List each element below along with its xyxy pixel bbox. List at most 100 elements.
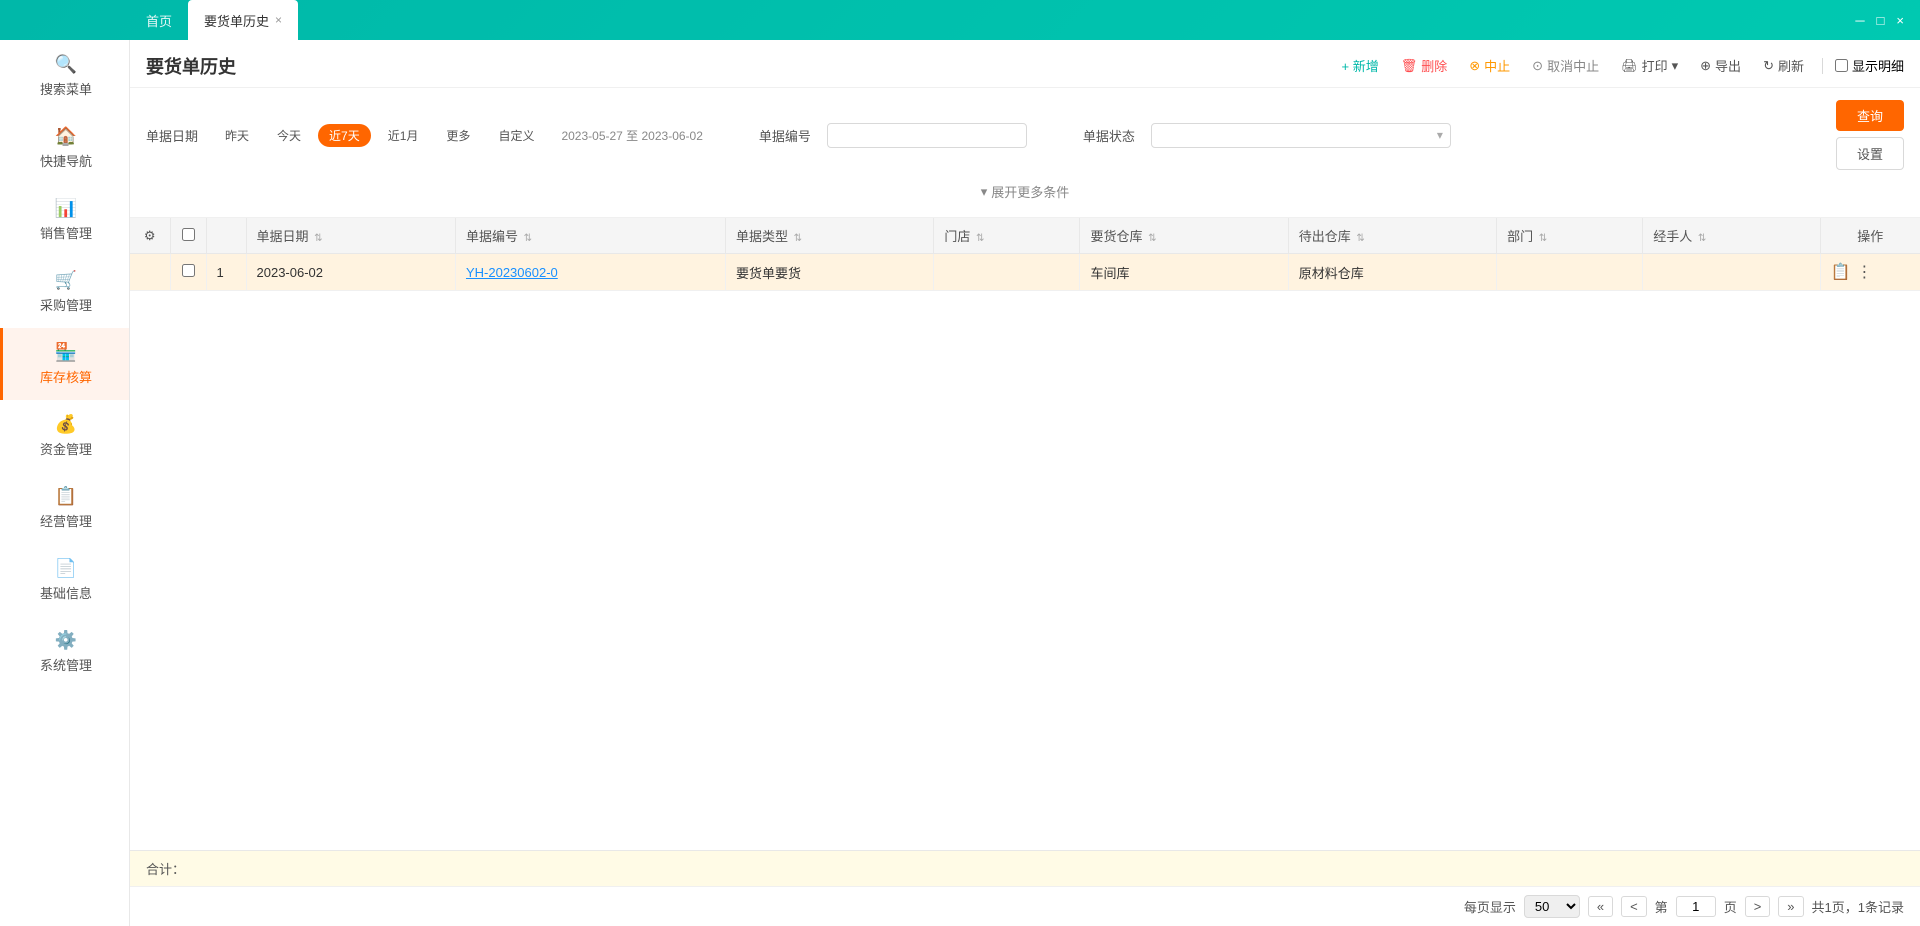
window-maximize-btn[interactable]: □ — [1877, 13, 1885, 28]
page-title: 要货单历史 — [146, 53, 236, 79]
filter-tag-more[interactable]: 更多 — [435, 124, 481, 147]
row-seq-cell: 1 — [206, 254, 246, 291]
table-wrapper: ⚙ 单据日期 ⇅ 单据编号 ⇅ — [130, 218, 1920, 850]
table-header-row: ⚙ 单据日期 ⇅ 单据编号 ⇅ — [130, 218, 1920, 254]
chevron-down-icon: ▾ — [981, 184, 988, 200]
export-button[interactable]: ⊕ 导出 — [1694, 52, 1747, 79]
sort-icon-doc-type: ⇅ — [794, 233, 802, 244]
col-handler[interactable]: 经手人 ⇅ — [1643, 218, 1820, 254]
sidebar-item-purchase[interactable]: 🛒 采购管理 — [0, 256, 129, 328]
stop-button[interactable]: ⊗ 中止 — [1463, 52, 1516, 79]
expand-more-btn[interactable]: ▾ 展开更多条件 — [146, 178, 1904, 205]
doc-status-dropdown-icon: ▾ — [1437, 128, 1443, 142]
row-check-cell[interactable] — [170, 254, 206, 291]
refresh-icon: ↻ — [1763, 58, 1774, 74]
row-edit-btn[interactable]: 📋 — [1831, 262, 1851, 282]
sidebar-item-system[interactable]: ⚙️ 系统管理 — [0, 616, 129, 688]
print-dropdown-icon: ▾ — [1672, 58, 1679, 74]
filter-actions: 查询 设置 — [1836, 100, 1904, 170]
filter-tag-today[interactable]: 今天 — [266, 124, 312, 147]
home-icon: 🏠 — [55, 126, 77, 147]
refresh-button[interactable]: ↻ 刷新 — [1757, 52, 1810, 79]
page-number-input[interactable] — [1676, 896, 1716, 917]
prev-page-btn[interactable]: < — [1621, 896, 1647, 917]
filter-tag-yesterday[interactable]: 昨天 — [214, 124, 260, 147]
search-icon: 🔍 — [55, 54, 77, 75]
first-page-btn[interactable]: « — [1588, 896, 1613, 917]
col-doc-date[interactable]: 单据日期 ⇅ — [246, 218, 455, 254]
row-doc-type-cell: 要货单要货 — [726, 254, 934, 291]
print-button[interactable]: 🖨 打印 ▾ — [1615, 52, 1684, 79]
settings-button[interactable]: 设置 — [1836, 137, 1904, 170]
tab-close-icon[interactable]: × — [275, 13, 282, 27]
sort-icon-doc-no: ⇅ — [524, 233, 532, 244]
query-button[interactable]: 查询 — [1836, 100, 1904, 131]
data-table: ⚙ 单据日期 ⇅ 单据编号 ⇅ — [130, 218, 1920, 291]
top-bar-right: ─ □ × — [1855, 13, 1920, 28]
col-req-warehouse[interactable]: 要货仓库 ⇅ — [1080, 218, 1288, 254]
next-page-btn[interactable]: > — [1745, 896, 1771, 917]
content-area: 要货单历史 + 新增 🗑 删除 ⊗ 中止 ⊙ 取消中止 🖨 — [130, 40, 1920, 926]
filter-tag-7days[interactable]: 近7天 — [318, 124, 371, 147]
sidebar-item-finance[interactable]: 💰 资金管理 — [0, 400, 129, 472]
delete-button[interactable]: 🗑 删除 — [1395, 52, 1454, 79]
col-store[interactable]: 门店 ⇅ — [934, 218, 1080, 254]
filter-tag-custom[interactable]: 自定义 — [487, 124, 545, 147]
select-all-checkbox[interactable] — [182, 228, 195, 241]
doc-no-input[interactable] — [827, 123, 1027, 148]
col-operation: 操作 — [1820, 218, 1920, 254]
show-detail-toggle[interactable]: 显示明细 — [1835, 56, 1904, 75]
row-more-btn[interactable]: ⋮ — [1856, 262, 1872, 282]
pagination-bar: 每页显示 10 20 50 100 « < 第 页 > » 共1页，1条记录 — [130, 886, 1920, 926]
row-doc-date-cell: 2023-06-02 — [246, 254, 455, 291]
col-department[interactable]: 部门 ⇅ — [1497, 218, 1643, 254]
page-size-select[interactable]: 10 20 50 100 — [1524, 895, 1580, 918]
sort-icon-req-warehouse: ⇅ — [1148, 233, 1156, 244]
print-icon: 🖨 — [1621, 58, 1638, 74]
doc-status-input[interactable] — [1151, 123, 1451, 148]
toolbar-divider — [1822, 58, 1823, 74]
cancel-stop-button[interactable]: ⊙ 取消中止 — [1526, 52, 1605, 79]
sidebar-item-operations[interactable]: 📋 经营管理 — [0, 472, 129, 544]
window-minimize-btn[interactable]: ─ — [1855, 13, 1864, 28]
col-doc-no[interactable]: 单据编号 ⇅ — [455, 218, 725, 254]
table-footer: 合计： — [130, 850, 1920, 886]
sidebar-item-basic-info[interactable]: 📄 基础信息 — [0, 544, 129, 616]
basic-info-icon: 📄 — [55, 558, 77, 579]
doc-no-link[interactable]: YH-20230602-0 — [466, 265, 558, 280]
system-icon: ⚙️ — [55, 630, 77, 651]
page-suffix: 页 — [1724, 897, 1737, 916]
sort-icon-doc-date: ⇅ — [314, 233, 322, 244]
sidebar-item-inventory[interactable]: 🏪 库存核算 — [0, 328, 129, 400]
add-button[interactable]: + 新增 — [1335, 52, 1384, 79]
filter-tag-1month[interactable]: 近1月 — [377, 124, 430, 147]
delete-icon: 🗑 — [1401, 58, 1418, 74]
col-pending-warehouse[interactable]: 待出仓库 ⇅ — [1288, 218, 1496, 254]
window-close-btn[interactable]: × — [1896, 13, 1904, 28]
tab-home[interactable]: 首页 — [130, 0, 188, 40]
sidebar-item-search[interactable]: 🔍 搜索菜单 — [0, 40, 129, 112]
goto-label: 第 — [1655, 897, 1668, 916]
date-filter-label: 单据日期 — [146, 126, 198, 145]
top-bar: 首页 要货单历史 × ─ □ × — [0, 0, 1920, 40]
total-info: 共1页，1条记录 — [1812, 897, 1904, 916]
col-check[interactable] — [170, 218, 206, 254]
sort-icon-pending-warehouse: ⇅ — [1356, 233, 1364, 244]
filter-row-1: 单据日期 昨天 今天 近7天 近1月 更多 自定义 2023-05-27 至 2… — [146, 100, 1904, 170]
tab-requisition-history[interactable]: 要货单历史 × — [188, 0, 298, 40]
finance-icon: 💰 — [55, 414, 77, 435]
col-settings[interactable]: ⚙ — [130, 218, 170, 254]
row-checkbox[interactable] — [182, 264, 195, 277]
main-layout: 🔍 搜索菜单 🏠 快捷导航 📊 销售管理 🛒 采购管理 🏪 库存核算 💰 资金管… — [0, 40, 1920, 926]
col-seq — [206, 218, 246, 254]
export-icon: ⊕ — [1700, 58, 1711, 74]
purchase-icon: 🛒 — [55, 270, 77, 291]
sidebar-item-quick-nav[interactable]: 🏠 快捷导航 — [0, 112, 129, 184]
sidebar-item-sales[interactable]: 📊 销售管理 — [0, 184, 129, 256]
col-doc-type[interactable]: 单据类型 ⇅ — [726, 218, 934, 254]
settings-icon: ⚙ — [144, 228, 156, 243]
row-doc-no-cell[interactable]: YH-20230602-0 — [455, 254, 725, 291]
filter-area: 单据日期 昨天 今天 近7天 近1月 更多 自定义 2023-05-27 至 2… — [130, 88, 1920, 218]
last-page-btn[interactable]: » — [1778, 896, 1803, 917]
show-detail-checkbox[interactable] — [1835, 59, 1848, 72]
